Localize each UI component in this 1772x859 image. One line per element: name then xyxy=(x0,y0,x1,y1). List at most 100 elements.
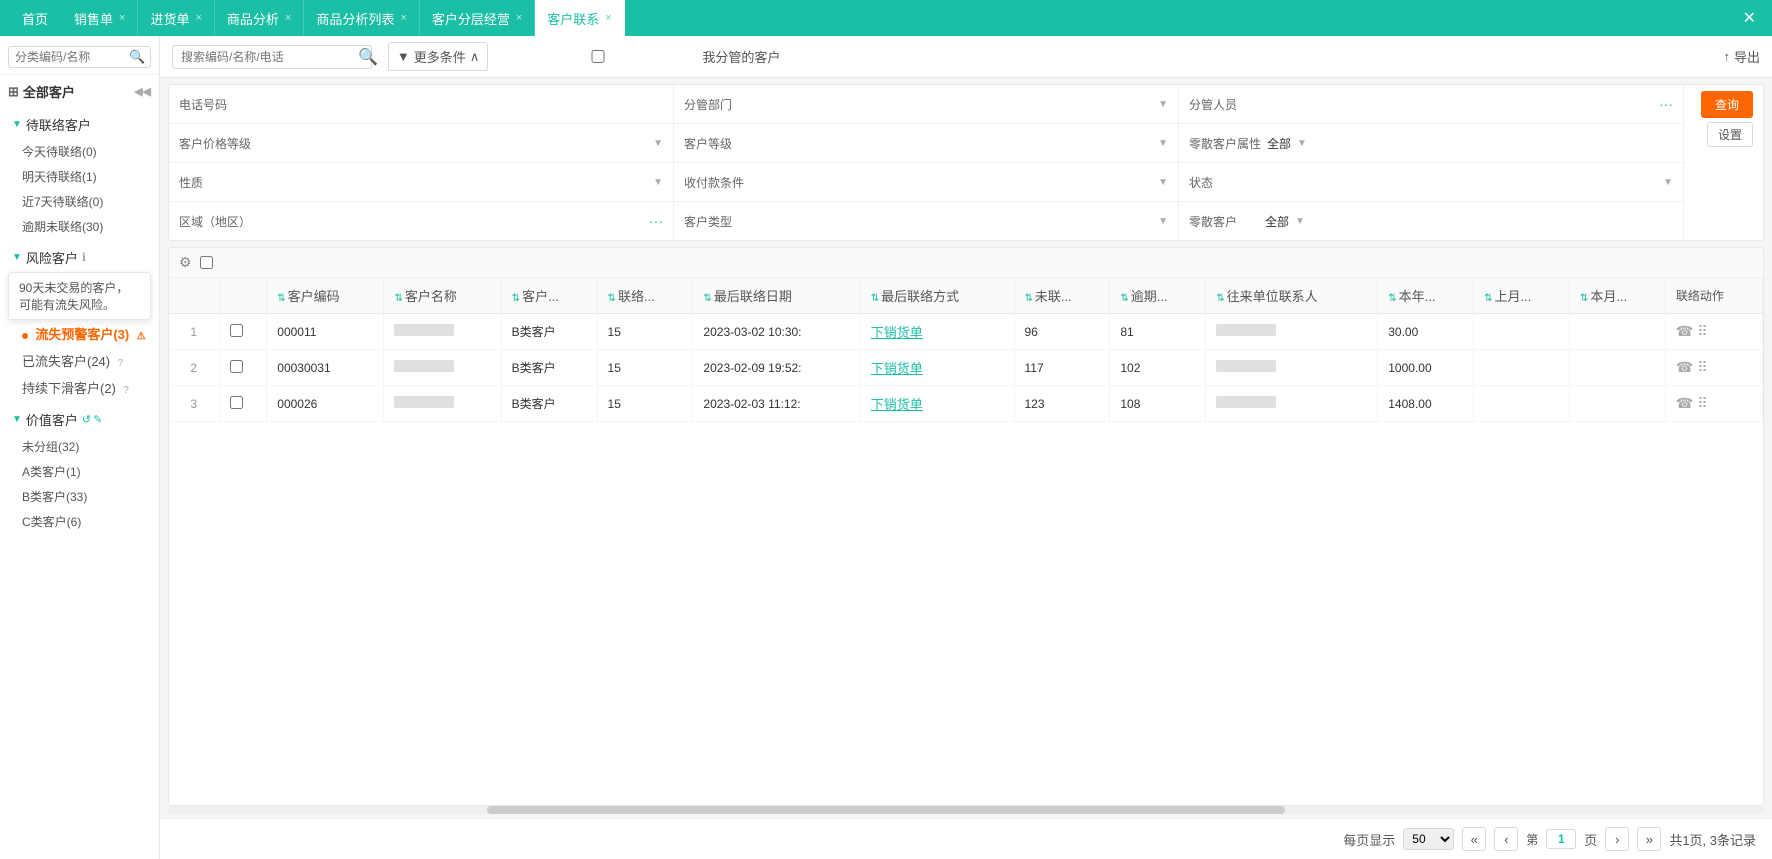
cell-last-method[interactable]: 下销货单 xyxy=(860,350,1014,386)
all-customers-header[interactable]: ⊞ 全部客户 ◀◀ xyxy=(0,75,159,108)
sidebar-item-unclassified[interactable]: 未分组(32) xyxy=(0,434,159,459)
search-input[interactable] xyxy=(172,45,372,69)
cell-last-method[interactable]: 下销货单 xyxy=(860,386,1014,422)
close-icon[interactable]: × xyxy=(605,12,611,24)
page-number-input[interactable] xyxy=(1546,829,1576,849)
refresh-icon[interactable]: ↺ xyxy=(82,413,91,426)
contact-icon[interactable]: ☎ xyxy=(1676,359,1693,376)
next-page-button[interactable]: › xyxy=(1605,827,1629,851)
sidebar-item-7days[interactable]: 近7天待联络(0) xyxy=(0,189,159,214)
th-overdue[interactable]: ⇅逾期... xyxy=(1110,278,1206,314)
th-this-year[interactable]: ⇅本年... xyxy=(1378,278,1474,314)
sidebar-item-churned[interactable]: 已流失客户(24) ? xyxy=(0,347,159,374)
th-type[interactable]: ⇅客户... xyxy=(501,278,597,314)
contact-icon[interactable]: ☎ xyxy=(1676,395,1693,412)
horizontal-scrollbar[interactable] xyxy=(168,806,1764,814)
more-actions-icon[interactable]: ⠿ xyxy=(1697,323,1707,340)
window-close-icon[interactable]: ✕ xyxy=(1735,8,1764,28)
search-submit-icon[interactable]: 🔍 xyxy=(358,47,378,67)
phone-input[interactable] xyxy=(249,97,663,111)
nav-home[interactable]: 首页 xyxy=(8,0,62,36)
nav-tab-customer-tier[interactable]: 客户分层经营 × xyxy=(420,0,535,36)
prev-page-button[interactable]: ‹ xyxy=(1494,827,1518,851)
more-actions-icon[interactable]: ⠿ xyxy=(1697,395,1707,412)
sidebar-item-today[interactable]: 今天待联络(0) xyxy=(0,139,159,164)
last-page-button[interactable]: » xyxy=(1637,827,1661,851)
filter-cell-region: 区域（地区） ··· xyxy=(169,202,674,240)
retail-attr-select[interactable]: ▼ xyxy=(1297,138,1673,149)
nav-tab-sales[interactable]: 销售单 × xyxy=(62,0,138,36)
dept-select[interactable]: ▼ xyxy=(754,99,1168,110)
manager-input[interactable] xyxy=(1259,97,1655,111)
contact-icon[interactable]: ☎ xyxy=(1676,323,1693,340)
close-icon[interactable]: × xyxy=(195,12,201,24)
edit-icon[interactable]: ✎ xyxy=(93,413,102,426)
sidebar-item-class-b[interactable]: B类客户(33) xyxy=(0,484,159,509)
chevron-down-icon: ▼ xyxy=(1158,99,1168,110)
th-last-method[interactable]: ⇅最后联络方式 xyxy=(860,278,1014,314)
th-no-contact[interactable]: ⇅未联... xyxy=(1014,278,1110,314)
my-customers-checkbox[interactable] xyxy=(498,50,698,63)
cell-checkbox[interactable] xyxy=(219,386,267,422)
th-name[interactable]: ⇅客户名称 xyxy=(384,278,501,314)
customer-tier-select[interactable]: ▼ xyxy=(754,138,1168,149)
region-input[interactable] xyxy=(251,214,645,228)
row-checkbox[interactable] xyxy=(230,396,243,409)
risk-customer-header[interactable]: ▼ 风险客户 ℹ xyxy=(0,243,159,272)
method-link[interactable]: 下销货单 xyxy=(871,325,923,340)
export-button[interactable]: ↑ 导出 xyxy=(1723,47,1760,66)
method-link[interactable]: 下销货单 xyxy=(871,361,923,376)
close-icon[interactable]: × xyxy=(119,12,125,24)
per-page-select[interactable]: 50 100 200 xyxy=(1403,828,1454,850)
th-this-month[interactable]: ⇅本月... xyxy=(1570,278,1666,314)
cell-checkbox[interactable] xyxy=(219,350,267,386)
region-label: 区域（地区） xyxy=(179,213,251,230)
query-button[interactable]: 查询 xyxy=(1701,91,1753,118)
first-page-button[interactable]: « xyxy=(1462,827,1486,851)
price-tier-select[interactable]: ▼ xyxy=(251,138,663,149)
cell-last-method[interactable]: 下销货单 xyxy=(860,314,1014,350)
more-conditions-button[interactable]: ▼ 更多条件 ∧ xyxy=(388,42,488,71)
row-checkbox[interactable] xyxy=(230,324,243,337)
cell-checkbox[interactable] xyxy=(219,314,267,350)
th-last-date[interactable]: ⇅最后联络日期 xyxy=(693,278,860,314)
table-scroll[interactable]: ⇅客户编码 ⇅客户名称 ⇅客户... ⇅联络... ⇅最后联络日期 ⇅最后联络方… xyxy=(169,278,1763,805)
pending-contact-header[interactable]: ▼ 待联络客户 xyxy=(0,110,159,139)
blurred-name xyxy=(394,396,454,408)
select-all-checkbox[interactable] xyxy=(200,256,213,269)
payment-select[interactable]: ▼ xyxy=(754,177,1168,188)
region-dots-icon[interactable]: ··· xyxy=(649,213,663,229)
customer-type-select[interactable]: ▼ xyxy=(754,216,1168,227)
settings-button[interactable]: 设置 xyxy=(1707,122,1753,147)
nav-tab-purchase[interactable]: 进货单 × xyxy=(138,0,214,36)
dots-icon[interactable]: ··· xyxy=(1659,96,1673,112)
my-customers-checkbox-label[interactable]: 我分管的客户 xyxy=(498,47,780,66)
th-contact-person[interactable]: ⇅往来单位联系人 xyxy=(1206,278,1378,314)
nav-tab-analysis[interactable]: 商品分析 × xyxy=(215,0,304,36)
more-actions-icon[interactable]: ⠿ xyxy=(1697,359,1707,376)
sidebar-item-class-a[interactable]: A类客户(1) xyxy=(0,459,159,484)
nature-select[interactable]: ▼ xyxy=(249,177,663,188)
cell-no-contact: 123 xyxy=(1014,386,1110,422)
sidebar-item-tomorrow[interactable]: 明天待联络(1) xyxy=(0,164,159,189)
row-checkbox[interactable] xyxy=(230,360,243,373)
sidebar-item-overdue[interactable]: 逾期未联络(30) xyxy=(0,214,159,239)
close-icon[interactable]: × xyxy=(400,12,406,24)
gear-icon[interactable]: ⚙ xyxy=(179,254,192,271)
nav-tab-analysis-list[interactable]: 商品分析列表 × xyxy=(304,0,419,36)
status-select[interactable]: ▼ xyxy=(1259,177,1673,188)
th-code[interactable]: ⇅客户编码 xyxy=(267,278,384,314)
sort-icon: ⇅ xyxy=(608,293,616,304)
th-contact[interactable]: ⇅联络... xyxy=(597,278,693,314)
th-last-month[interactable]: ⇅上月... xyxy=(1474,278,1570,314)
nav-tab-customer-contact[interactable]: 客户联系 × xyxy=(535,0,624,36)
retail-customer-select[interactable]: ▼ xyxy=(1295,216,1673,227)
close-icon[interactable]: × xyxy=(516,12,522,24)
sidebar-item-class-c[interactable]: C类客户(6) xyxy=(0,509,159,534)
method-link[interactable]: 下销货单 xyxy=(871,397,923,412)
sidebar-item-declining[interactable]: 持续下滑客户(2) ? xyxy=(0,374,159,401)
scrollbar-thumb[interactable] xyxy=(487,806,1285,814)
value-customer-header[interactable]: ▼ 价值客户 ↺ ✎ xyxy=(0,405,159,434)
sidebar-item-churn-warning[interactable]: 流失预警客户(3) ⚠ xyxy=(0,320,159,347)
close-icon[interactable]: × xyxy=(285,12,291,24)
